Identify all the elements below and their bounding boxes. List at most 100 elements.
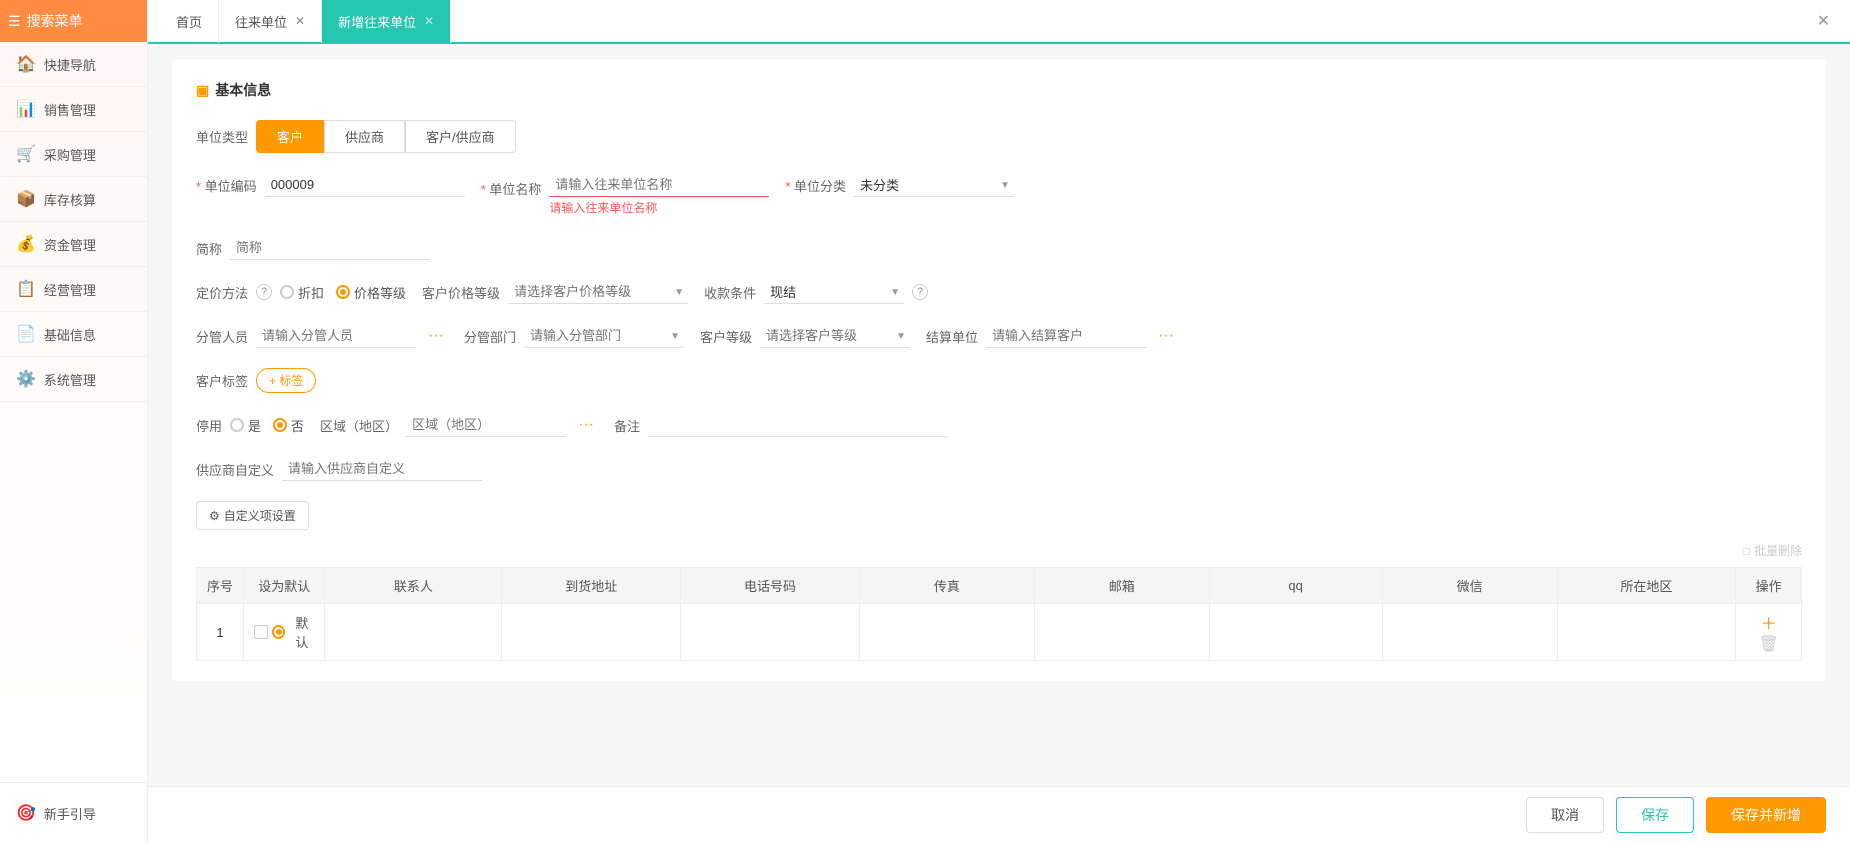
col-phone: 电话号码 [681, 568, 860, 604]
custom-settings-button[interactable]: ⚙ 自定义项设置 [196, 501, 309, 530]
add-tag-button[interactable]: + 标签 [256, 368, 316, 393]
cell-phone[interactable] [681, 604, 860, 661]
tab-new-contact[interactable]: 新增往来单位 ✕ [322, 0, 451, 43]
basic-info-card: ▣ 基本信息 单位类型 客户 供应商 客户/供应商 单位编码 [172, 60, 1826, 681]
type-btn-both[interactable]: 客户/供应商 [405, 120, 516, 153]
sidebar-item-sales[interactable]: 📊 销售管理 [0, 87, 147, 132]
settlement-more-button[interactable]: ··· [1154, 327, 1178, 345]
code-name-row: 单位编码 单位名称 请输入往来单位名称 单位分类 ▼ [196, 173, 1802, 216]
save-new-button[interactable]: 保存并新增 [1706, 797, 1826, 833]
customer-price-input[interactable] [508, 280, 688, 304]
row-checkbox[interactable] [254, 625, 268, 639]
remark-input[interactable] [648, 413, 948, 437]
remark-group: 备注 [614, 413, 948, 437]
unit-name-field: 请输入往来单位名称 [549, 173, 769, 216]
cell-address[interactable] [502, 604, 681, 661]
col-email: 邮箱 [1034, 568, 1209, 604]
unit-category-select-wrap: ▼ [854, 173, 1014, 197]
unit-code-input[interactable] [265, 173, 465, 197]
col-action: 操作 [1736, 568, 1802, 604]
email-input[interactable] [1045, 625, 1199, 640]
sidebar-item-finance[interactable]: 💰 资金管理 [0, 222, 147, 267]
unit-type-row: 单位类型 客户 供应商 客户/供应商 [196, 120, 1802, 153]
customer-level-input[interactable] [760, 324, 910, 348]
sidebar-item-purchase[interactable]: 🛒 采购管理 [0, 132, 147, 177]
row-delete-button[interactable]: 🗑 [1757, 636, 1781, 653]
wechat-input[interactable] [1393, 625, 1547, 640]
sidebar-item-inventory[interactable]: 📦 库存核算 [0, 177, 147, 222]
payment-help-icon[interactable]: ? [912, 284, 928, 300]
type-btn-supplier[interactable]: 供应商 [324, 120, 405, 153]
home-icon: 🏠 [16, 54, 36, 74]
unit-name-group: 单位名称 请输入往来单位名称 [481, 173, 770, 216]
manager-more-button[interactable]: ··· [424, 327, 448, 345]
region-more-button[interactable]: ··· [574, 416, 598, 434]
manager-label: 分管人员 [196, 327, 248, 346]
unit-name-error: 请输入往来单位名称 [549, 199, 769, 216]
bottom-bar: 取消 保存 保存并新增 [148, 786, 1850, 843]
cell-contact[interactable] [325, 604, 502, 661]
unit-code-label: 单位编码 [196, 176, 257, 195]
cell-qq[interactable] [1209, 604, 1382, 661]
cell-region[interactable] [1557, 604, 1736, 661]
pricing-method-label: 定价方法 [196, 283, 248, 302]
contacts-table: 序号 设为默认 联系人 到货地址 电话号码 传真 邮箱 qq 微信 所在地区 操… [196, 567, 1802, 661]
tab-contacts[interactable]: 往来单位 ✕ [219, 0, 322, 43]
unit-name-input[interactable] [549, 173, 769, 197]
remark-label: 备注 [614, 416, 640, 435]
tab-contacts-close[interactable]: ✕ [295, 14, 305, 28]
short-name-input[interactable] [230, 236, 430, 260]
type-btn-customer[interactable]: 客户 [256, 120, 324, 153]
global-close-button[interactable]: ✕ [1809, 11, 1838, 31]
contact-input[interactable] [335, 625, 491, 640]
clipboard-icon: 📋 [16, 279, 36, 299]
cell-default: 默认 [244, 604, 325, 661]
address-input[interactable] [512, 625, 670, 640]
manager-row: 分管人员 ··· 分管部门 ▼ 客户等级 ▼ [196, 324, 1802, 348]
pricing-grade-radio[interactable]: 价格等级 [336, 283, 406, 302]
unit-category-input[interactable] [854, 173, 1014, 197]
pricing-help-icon[interactable]: ? [256, 284, 272, 300]
department-input[interactable] [524, 324, 684, 348]
search-menu-button[interactable]: ☰ 搜索菜单 [0, 0, 147, 42]
card-title: ▣ 基本信息 [196, 80, 1802, 100]
pricing-discount-radio[interactable]: 折扣 [280, 283, 324, 302]
settlement-unit-input[interactable] [986, 324, 1146, 348]
disabled-no-radio[interactable]: 否 [273, 416, 304, 435]
default-radio-circle [272, 625, 286, 639]
sidebar-item-quick-nav[interactable]: 🏠 快捷导航 [0, 42, 147, 87]
chart-icon: 📊 [16, 99, 36, 119]
batch-delete-label[interactable]: 批量删除 [1754, 542, 1802, 559]
unit-type-buttons: 客户 供应商 客户/供应商 [256, 120, 516, 153]
sidebar-item-guide[interactable]: 🎯 新手引导 [0, 791, 147, 835]
qq-input[interactable] [1220, 625, 1372, 640]
cancel-button[interactable]: 取消 [1526, 797, 1604, 833]
save-button[interactable]: 保存 [1616, 797, 1694, 833]
customer-level-label: 客户等级 [700, 327, 752, 346]
settlement-unit-label: 结算单位 [926, 327, 978, 346]
phone-input[interactable] [691, 625, 849, 640]
pricing-discount-circle [280, 285, 294, 299]
tab-new-contact-close[interactable]: ✕ [424, 14, 434, 28]
short-name-label: 简称 [196, 239, 222, 258]
supplier-custom-input[interactable] [282, 457, 482, 481]
cell-wechat[interactable] [1382, 604, 1557, 661]
disabled-no-circle [273, 418, 287, 432]
sidebar-item-operations[interactable]: 📋 经营管理 [0, 267, 147, 312]
tab-home[interactable]: 首页 [160, 0, 219, 43]
fax-input[interactable] [870, 625, 1024, 640]
search-icon: ☰ [8, 13, 21, 30]
default-radio[interactable]: 默认 [272, 613, 315, 651]
row-add-button[interactable]: ＋ [1759, 616, 1779, 633]
cell-email[interactable] [1034, 604, 1209, 661]
payment-terms-input[interactable] [764, 280, 904, 304]
cell-fax[interactable] [859, 604, 1034, 661]
sidebar-item-basic-info[interactable]: 📄 基础信息 [0, 312, 147, 357]
table-region-input[interactable] [1568, 625, 1726, 640]
payment-terms-group: 收款条件 ▼ ? [704, 280, 928, 304]
region-input[interactable] [406, 413, 566, 437]
sidebar-item-system[interactable]: ⚙️ 系统管理 [0, 357, 147, 402]
manager-input[interactable] [256, 324, 416, 348]
disabled-yes-radio[interactable]: 是 [230, 416, 261, 435]
col-fax: 传真 [859, 568, 1034, 604]
